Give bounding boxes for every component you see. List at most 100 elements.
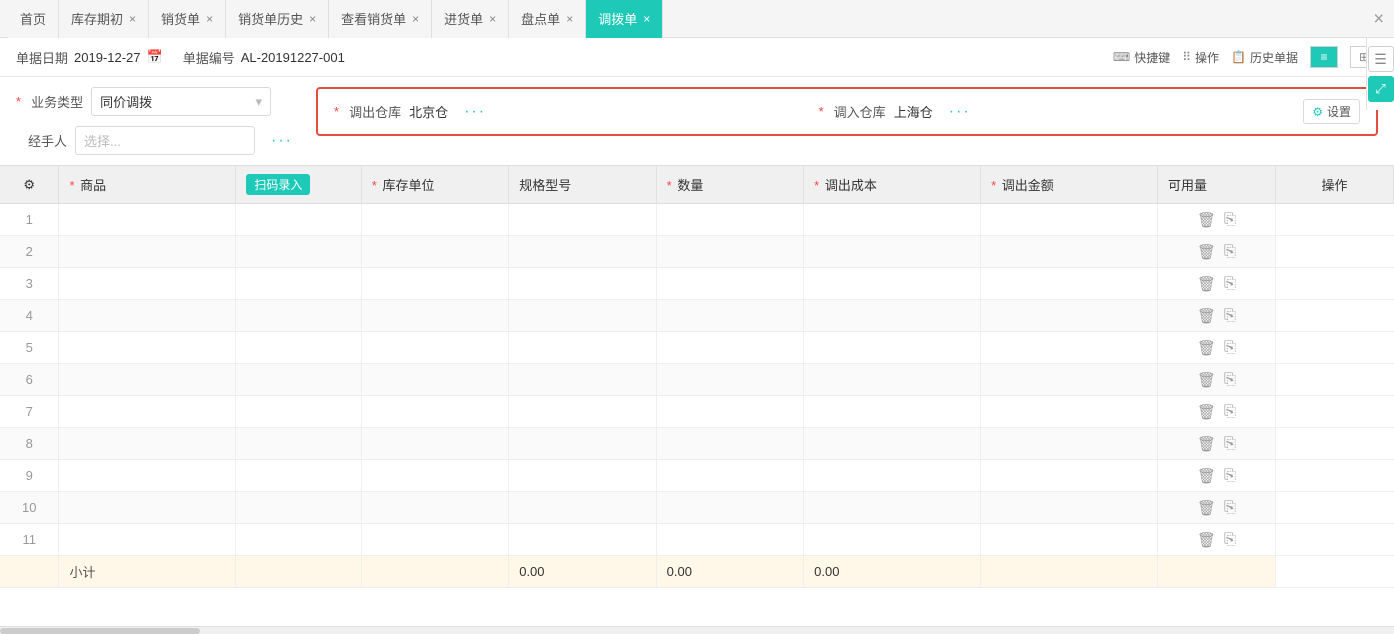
tab-inventory-count[interactable]: 盘点单 × [509, 0, 586, 38]
copy-icon[interactable]: ⎘ [1224, 339, 1236, 356]
copy-icon[interactable]: ⎘ [1224, 499, 1236, 516]
tab-purchase[interactable]: 进货单 × [432, 0, 509, 38]
copy-icon[interactable]: ⎘ [1224, 435, 1236, 452]
th-qty: * 数量 [656, 166, 803, 204]
table-header-row: ⚙ * 商品 扫码录入 * 库存单位 [0, 166, 1394, 204]
side-panel: ☰ ⤢ [1366, 38, 1394, 110]
cell-cost [656, 460, 803, 492]
close-tab-sales-history[interactable]: × [309, 12, 316, 26]
delete-icon[interactable]: 🗑 [1197, 403, 1216, 421]
table-row: 5 🗑 ⎘ [0, 332, 1394, 364]
warehouse-in-more-button[interactable]: ··· [949, 103, 971, 121]
copy-icon[interactable]: ⎘ [1224, 211, 1236, 228]
form-area: * 业务类型 同价调拨 ▾ 经手人 选择... ··· [0, 77, 1394, 165]
copy-icon[interactable]: ⎘ [1224, 403, 1236, 420]
side-expand-button[interactable]: ⤢ [1368, 76, 1394, 102]
copy-icon[interactable]: ⎘ [1224, 531, 1236, 548]
row-num: 3 [0, 268, 59, 300]
close-tab-inventory-count[interactable]: × [566, 12, 573, 26]
cell-action: 🗑 ⎘ [1158, 492, 1276, 524]
cell-unit [236, 364, 361, 396]
close-tab-sales-order[interactable]: × [206, 12, 213, 26]
cell-action: 🗑 ⎘ [1158, 204, 1276, 236]
cell-product [59, 396, 236, 428]
form-left: * 业务类型 同价调拨 ▾ 经手人 选择... ··· [16, 87, 296, 155]
cell-cost [656, 396, 803, 428]
horizontal-scrollbar[interactable] [0, 626, 1394, 634]
table-body: 1 🗑 ⎘ [0, 204, 1394, 588]
subtotal-cost-cell: 0.00 [656, 556, 803, 588]
delete-icon[interactable]: 🗑 [1197, 499, 1216, 517]
close-window-button[interactable]: × [1373, 8, 1384, 29]
cell-product [59, 492, 236, 524]
copy-icon[interactable]: ⎘ [1224, 275, 1236, 292]
copy-icon[interactable]: ⎘ [1224, 371, 1236, 388]
close-tab-view-sales[interactable]: × [412, 12, 419, 26]
history-button[interactable]: 📋 历史单据 [1231, 49, 1298, 66]
tab-sales-order[interactable]: 销货单 × [149, 0, 226, 38]
cell-available [981, 460, 1158, 492]
delete-icon[interactable]: 🗑 [1197, 211, 1216, 229]
settings-button[interactable]: ⚙ 设置 [1303, 99, 1360, 124]
cell-unit [236, 428, 361, 460]
delete-icon[interactable]: 🗑 [1197, 467, 1216, 485]
tab-transfer[interactable]: 调拨单 × [586, 0, 663, 38]
row-num: 1 [0, 204, 59, 236]
delete-icon[interactable]: 🗑 [1197, 435, 1216, 453]
shortcuts-button[interactable]: ⌨ 快捷键 [1113, 49, 1170, 66]
close-tab-purchase[interactable]: × [489, 12, 496, 26]
tab-sales-history[interactable]: 销货单历史 × [226, 0, 329, 38]
doc-no-item: 单据编号 AL-20191227-001 [183, 48, 345, 67]
cell-unit [236, 268, 361, 300]
operations-button[interactable]: ⠿ 操作 [1182, 49, 1219, 66]
handler-select[interactable]: 选择... [75, 126, 255, 155]
cell-amount [804, 300, 981, 332]
cell-amount [804, 268, 981, 300]
delete-icon[interactable]: 🗑 [1197, 243, 1216, 261]
cell-amount [804, 492, 981, 524]
cell-amount [804, 332, 981, 364]
subtotal-label: 小计 [69, 565, 95, 580]
cell-action: 🗑 ⎘ [1158, 332, 1276, 364]
handler-placeholder: 选择... [84, 131, 121, 150]
list-icon: ☰ [1374, 51, 1387, 68]
copy-icon[interactable]: ⎘ [1224, 307, 1236, 324]
handler-more-button[interactable]: ··· [271, 132, 293, 150]
calendar-icon[interactable]: 📅 [147, 49, 163, 65]
close-tab-inventory-init[interactable]: × [129, 12, 136, 26]
row-num: 9 [0, 460, 59, 492]
warehouse-out-label: 调出仓库 [349, 102, 401, 121]
layout-button-1[interactable]: ≡ [1310, 46, 1338, 68]
delete-icon[interactable]: 🗑 [1197, 531, 1216, 549]
close-tab-transfer[interactable]: × [643, 12, 650, 26]
cell-action: 🗑 ⎘ [1158, 396, 1276, 428]
delete-icon[interactable]: 🗑 [1197, 371, 1216, 389]
cell-qty [509, 396, 656, 428]
table-row: 7 🗑 ⎘ [0, 396, 1394, 428]
copy-icon[interactable]: ⎘ [1224, 467, 1236, 484]
subtotal-action [1158, 556, 1276, 588]
cell-action: 🗑 ⎘ [1158, 300, 1276, 332]
cell-spec [361, 332, 508, 364]
cell-action: 🗑 ⎘ [1158, 524, 1276, 556]
warehouse-out-more-button[interactable]: ··· [464, 103, 486, 121]
tab-home[interactable]: 首页 [8, 0, 59, 38]
copy-icon[interactable]: ⎘ [1224, 243, 1236, 260]
tab-bar: 首页 库存期初 × 销货单 × 销货单历史 × 查看销货单 × 进货单 × 盘点… [0, 0, 1394, 38]
delete-icon[interactable]: 🗑 [1197, 275, 1216, 293]
subtotal-empty-1 [236, 556, 361, 588]
side-list-button[interactable]: ☰ [1368, 46, 1394, 72]
th-unit: * 库存单位 [361, 166, 508, 204]
cell-qty [509, 524, 656, 556]
scrollbar-thumb[interactable] [0, 628, 200, 634]
biz-type-value: 同价调拨 [100, 92, 249, 111]
delete-icon[interactable]: 🗑 [1197, 339, 1216, 357]
delete-icon[interactable]: 🗑 [1197, 307, 1216, 325]
tab-view-sales[interactable]: 查看销货单 × [329, 0, 432, 38]
scan-button[interactable]: 扫码录入 [246, 174, 310, 195]
cell-amount [804, 204, 981, 236]
biz-type-dropdown-icon: ▾ [256, 94, 263, 110]
biz-type-select[interactable]: 同价调拨 ▾ [91, 87, 271, 116]
th-gear[interactable]: ⚙ [0, 166, 59, 204]
tab-inventory-init[interactable]: 库存期初 × [59, 0, 149, 38]
